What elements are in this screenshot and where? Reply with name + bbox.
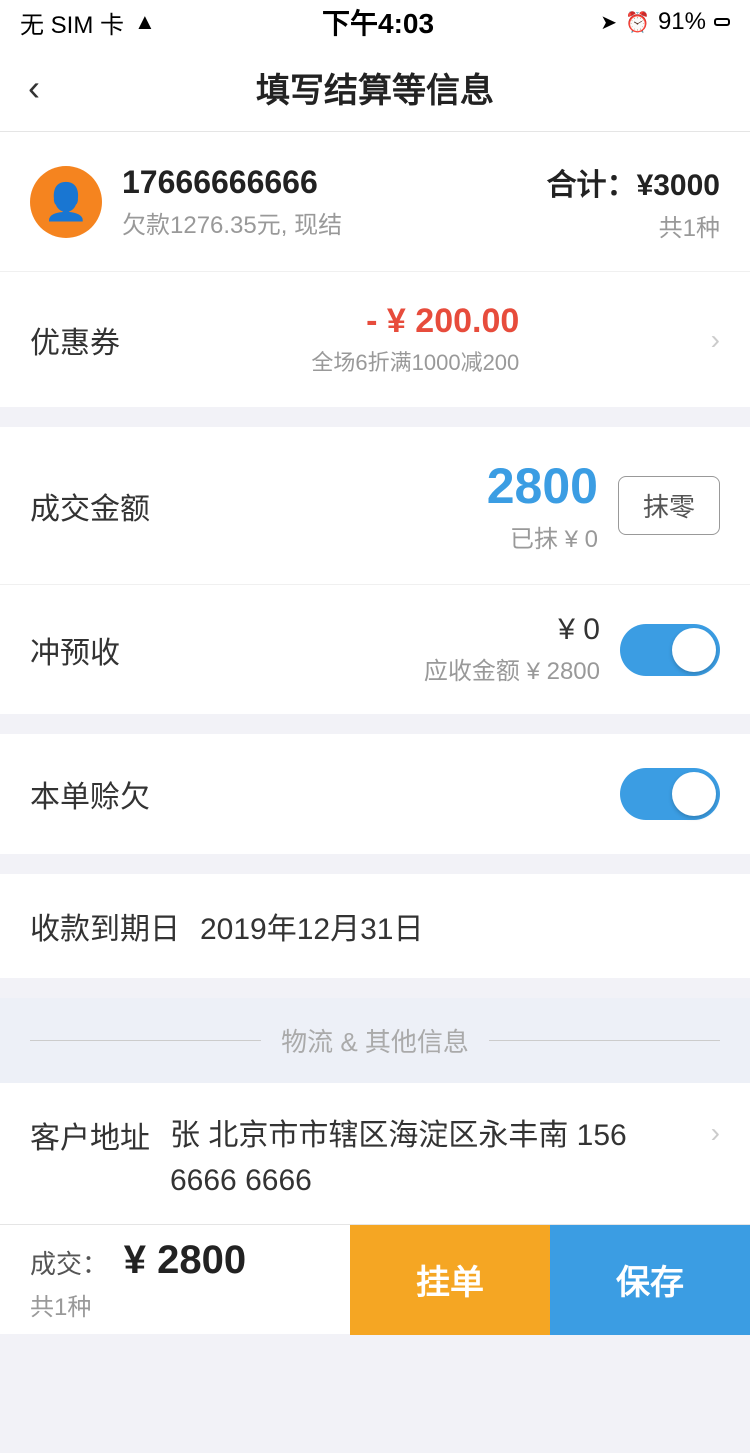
status-right: ➤ ⏰ 91% bbox=[600, 8, 730, 36]
total-amount: 合计：¥3000 bbox=[547, 160, 720, 204]
address-chevron-icon: › bbox=[711, 1117, 720, 1149]
debt-toggle-thumb bbox=[672, 772, 716, 816]
user-info-card: 👤 17666666666 欠款1276.35元, 现结 合计：¥3000 共1… bbox=[0, 132, 750, 407]
user-total: 合计：¥3000 共1种 bbox=[547, 160, 720, 243]
bottom-deal-amount: ¥ 2800 bbox=[124, 1238, 246, 1282]
nav-bar: ‹ 填写结算等信息 bbox=[0, 44, 750, 132]
deal-amount-sub: 已抹 ¥ 0 bbox=[487, 519, 598, 554]
coupon-label: 优惠券 bbox=[30, 318, 120, 362]
user-row: 👤 17666666666 欠款1276.35元, 现结 合计：¥3000 共1… bbox=[0, 132, 750, 271]
status-left: 无 SIM 卡 ▲ bbox=[20, 5, 156, 40]
prepay-amount: ¥ 0 bbox=[424, 613, 600, 647]
coupon-sub: 全场6折满1000减200 bbox=[311, 345, 519, 377]
total-count: 共1种 bbox=[547, 208, 720, 243]
logistics-divider: 物流 & 其他信息 bbox=[0, 998, 750, 1083]
hold-button[interactable]: 挂单 bbox=[350, 1225, 550, 1335]
bottom-deal-label: 成交： bbox=[30, 1249, 108, 1279]
coupon-right: - ¥ 200.00 全场6折满1000减200 bbox=[311, 302, 519, 377]
round-button[interactable]: 抹零 bbox=[618, 476, 720, 535]
status-bar: 无 SIM 卡 ▲ 下午4:03 ➤ ⏰ 91% bbox=[0, 0, 750, 44]
back-button[interactable]: ‹ bbox=[28, 67, 40, 109]
prepay-toggle-track bbox=[620, 624, 720, 676]
deal-amount-value: 2800 bbox=[487, 457, 598, 515]
prepay-label: 冲预收 bbox=[30, 628, 120, 672]
duedate-row: 收款到期日 2019年12月31日 bbox=[30, 904, 720, 948]
avatar: 👤 bbox=[30, 166, 102, 238]
logistics-line-left bbox=[30, 1040, 261, 1041]
bottom-deal-row: 成交： ¥ 2800 bbox=[30, 1238, 320, 1283]
deal-amount-row: 成交金额 2800 已抹 ¥ 0 抹零 bbox=[0, 427, 750, 585]
address-section: 客户地址 张 北京市市辖区海淀区永丰南 156 6666 6666 › bbox=[0, 1083, 750, 1233]
location-icon: ➤ bbox=[600, 10, 617, 35]
address-row[interactable]: 客户地址 张 北京市市辖区海淀区永丰南 156 6666 6666 › bbox=[0, 1083, 750, 1233]
prepay-sub: 应收金额 ¥ 2800 bbox=[424, 651, 600, 686]
status-time: 下午4:03 bbox=[322, 2, 434, 42]
bottom-count: 共1种 bbox=[30, 1287, 320, 1322]
coupon-row[interactable]: 优惠券 - ¥ 200.00 全场6折满1000减200 › bbox=[0, 271, 750, 407]
save-button[interactable]: 保存 bbox=[550, 1225, 750, 1335]
prepay-right: ¥ 0 应收金额 ¥ 2800 bbox=[424, 613, 720, 686]
deal-amount-label: 成交金额 bbox=[30, 484, 150, 528]
bottom-summary: 成交： ¥ 2800 共1种 bbox=[0, 1238, 350, 1322]
page-title: 填写结算等信息 bbox=[256, 63, 494, 112]
user-phone: 17666666666 bbox=[122, 164, 547, 201]
carrier-text: 无 SIM 卡 bbox=[20, 5, 124, 40]
duedate-section: 收款到期日 2019年12月31日 bbox=[0, 874, 750, 978]
address-value: 张 北京市市辖区海淀区永丰南 156 6666 6666 bbox=[170, 1113, 701, 1203]
prepay-toggle[interactable] bbox=[620, 624, 720, 676]
logistics-text: 物流 & 其他信息 bbox=[281, 1022, 469, 1059]
alarm-icon: ⏰ bbox=[625, 10, 650, 35]
debt-section: 本单赊欠 bbox=[0, 734, 750, 854]
bottom-bar: 成交： ¥ 2800 共1种 挂单 保存 bbox=[0, 1224, 750, 1334]
prepay-row: 冲预收 ¥ 0 应收金额 ¥ 2800 bbox=[0, 585, 750, 714]
debt-toggle-track bbox=[620, 768, 720, 820]
duedate-label: 收款到期日 bbox=[30, 904, 180, 948]
user-info: 17666666666 欠款1276.35元, 现结 bbox=[122, 164, 547, 240]
coupon-chevron-icon: › bbox=[711, 324, 720, 356]
duedate-value: 2019年12月31日 bbox=[200, 904, 423, 948]
user-sub-text: 欠款1276.35元, 现结 bbox=[122, 205, 547, 240]
prepay-toggle-thumb bbox=[672, 628, 716, 672]
debt-toggle[interactable] bbox=[620, 768, 720, 820]
address-label: 客户地址 bbox=[30, 1113, 150, 1157]
battery-text: 91% bbox=[658, 8, 706, 36]
prepay-values: ¥ 0 应收金额 ¥ 2800 bbox=[424, 613, 600, 686]
debt-label: 本单赊欠 bbox=[30, 772, 150, 816]
amount-section: 成交金额 2800 已抹 ¥ 0 抹零 冲预收 ¥ 0 应收金额 ¥ 2800 bbox=[0, 427, 750, 714]
deal-amount-right: 2800 已抹 ¥ 0 抹零 bbox=[150, 457, 720, 554]
logistics-line-right bbox=[489, 1040, 720, 1041]
battery-icon bbox=[714, 18, 730, 26]
debt-row: 本单赊欠 bbox=[0, 734, 750, 854]
wifi-icon: ▲ bbox=[134, 9, 156, 35]
coupon-amount: - ¥ 200.00 bbox=[311, 302, 519, 341]
avatar-icon: 👤 bbox=[44, 181, 89, 223]
deal-amount-values: 2800 已抹 ¥ 0 bbox=[487, 457, 598, 554]
